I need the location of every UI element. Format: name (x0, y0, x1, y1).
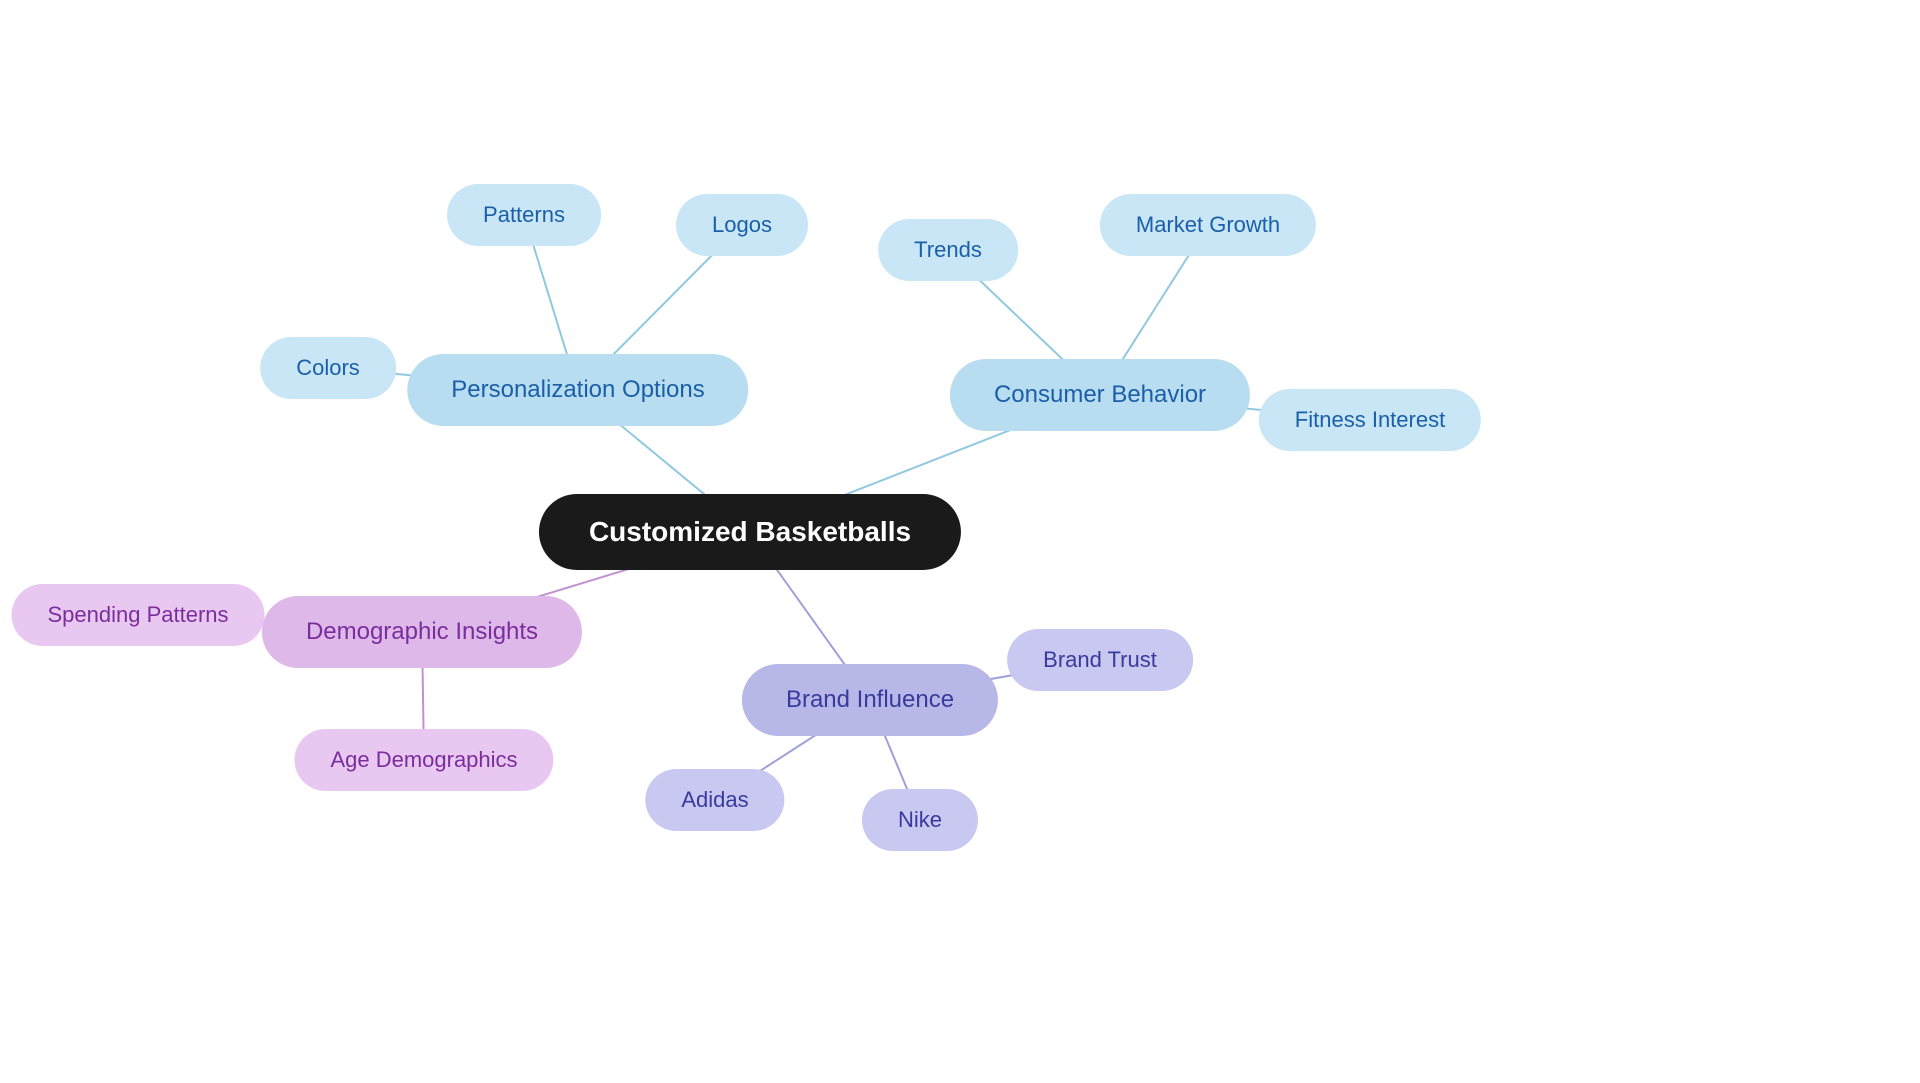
trends-node[interactable]: Trends (878, 219, 1018, 281)
center-node[interactable]: Customized Basketballs (539, 494, 961, 570)
age-demographics-node[interactable]: Age Demographics (294, 729, 553, 791)
consumer-behavior-node[interactable]: Consumer Behavior (950, 359, 1250, 431)
logos-node[interactable]: Logos (676, 194, 808, 256)
fitness-interest-node[interactable]: Fitness Interest (1259, 389, 1481, 451)
nike-node[interactable]: Nike (862, 789, 978, 851)
patterns-node[interactable]: Patterns (447, 184, 601, 246)
spending-patterns-node[interactable]: Spending Patterns (11, 584, 264, 646)
personalization-options-node[interactable]: Personalization Options (407, 354, 748, 426)
adidas-node[interactable]: Adidas (645, 769, 784, 831)
brand-influence-node[interactable]: Brand Influence (742, 664, 998, 736)
colors-node[interactable]: Colors (260, 337, 396, 399)
demographic-insights-node[interactable]: Demographic Insights (262, 596, 582, 668)
market-growth-node[interactable]: Market Growth (1100, 194, 1316, 256)
brand-trust-node[interactable]: Brand Trust (1007, 629, 1193, 691)
